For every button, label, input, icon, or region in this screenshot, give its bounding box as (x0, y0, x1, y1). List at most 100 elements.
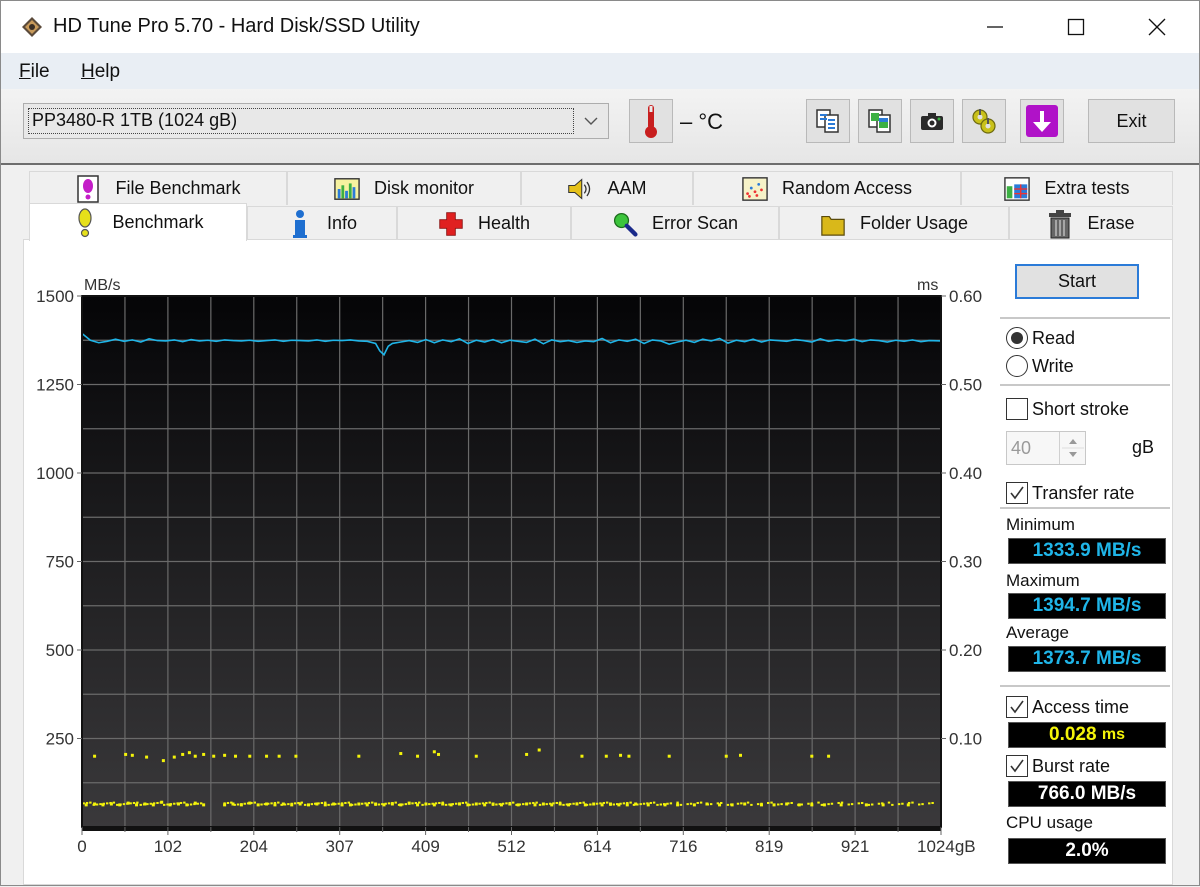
access-time-point (263, 803, 267, 806)
y-axis-label: MB/s (84, 277, 120, 294)
access-time-point (839, 803, 843, 807)
access-time-point (649, 801, 652, 804)
access-time-point (189, 803, 193, 806)
access-time-point (743, 802, 747, 806)
access-time-point (582, 801, 585, 804)
access-time-point (622, 802, 626, 805)
access-time-point (501, 802, 505, 805)
access-time-point (437, 752, 441, 756)
close-button[interactable] (1117, 1, 1197, 53)
access-time-point (176, 802, 179, 805)
access-time-point (461, 801, 465, 804)
access-time-point (424, 803, 428, 806)
access-time-point (122, 803, 126, 806)
access-time-point (142, 803, 146, 806)
access-time-point (407, 802, 411, 805)
access-time-point (579, 801, 582, 804)
access-time-point (347, 801, 350, 804)
access-time-point (105, 802, 109, 805)
access-time-point (646, 802, 649, 805)
tab-benchmark[interactable]: Benchmark (29, 203, 247, 241)
access-time-point (324, 801, 327, 804)
access-time-point (830, 802, 834, 805)
access-time-point (772, 803, 776, 807)
access-time-point (897, 803, 901, 806)
burst-rate-checkbox[interactable]: Burst rate (1006, 755, 1110, 777)
access-time-point (233, 803, 236, 806)
access-time-point (686, 803, 689, 806)
access-time-point (102, 802, 106, 805)
x-tick-label: 409 (411, 837, 439, 856)
access-time-point (928, 802, 931, 805)
access-time-point (223, 802, 226, 805)
access-time-point (545, 803, 548, 806)
access-time-point (696, 801, 699, 804)
access-time-point (518, 803, 522, 806)
access-time-point (604, 754, 608, 758)
access-time-point (202, 752, 206, 756)
access-time-point (887, 801, 891, 804)
access-time-point (515, 803, 518, 806)
access-time-point (837, 801, 840, 804)
access-time-point (475, 803, 478, 806)
access-time-point (907, 801, 911, 804)
access-time-point (401, 803, 404, 806)
access-time-point (327, 803, 330, 806)
access-time-point (864, 803, 868, 807)
access-time-point (562, 803, 565, 806)
short-stroke-checkbox[interactable]: Short stroke (1006, 398, 1129, 420)
access-time-point (320, 801, 324, 804)
maximize-button[interactable] (1036, 1, 1116, 53)
access-time-point (253, 801, 257, 804)
access-time-point (183, 801, 186, 804)
x-tick-label: 307 (326, 837, 354, 856)
transfer-rate-checkbox[interactable]: Transfer rate (1006, 482, 1134, 504)
read-label: Read (1032, 327, 1076, 348)
short-stroke-spinner[interactable]: 40 (1006, 431, 1086, 465)
access-time-point (756, 803, 760, 806)
access-time-point (287, 803, 290, 806)
access-time-point (867, 803, 871, 806)
minimum-label: Minimum (1006, 515, 1075, 534)
access-time-point (112, 801, 116, 804)
exit-button[interactable]: Exit (1088, 99, 1175, 143)
access-time-point (418, 801, 421, 804)
access-time-point (485, 801, 488, 804)
access-time-point (548, 802, 552, 805)
y2-tick-label: 0.50 (949, 376, 982, 395)
access-time-point (270, 802, 273, 805)
access-time-point (248, 754, 252, 758)
access-time-point (193, 754, 197, 758)
tab-erase[interactable]: Erase (1009, 206, 1173, 240)
access-time-point (330, 803, 334, 806)
access-time-point (364, 802, 367, 805)
access-time-point (202, 803, 206, 807)
cpu-usage-label: CPU usage (1006, 813, 1093, 832)
access-time-point (146, 803, 149, 806)
spin-arrows-icon[interactable] (1059, 432, 1085, 464)
access-time-point (730, 803, 733, 806)
access-time-point (689, 802, 693, 805)
app-window: HD Tune Pro 5.70 - Hard Disk/SSD Utility… (0, 0, 1200, 886)
download-button[interactable] (1020, 99, 1064, 143)
write-radio[interactable]: Write (1006, 355, 1074, 377)
access-time-point (860, 801, 864, 804)
access-time-point (659, 803, 663, 806)
access-time-checkbox[interactable]: Access time (1006, 696, 1129, 718)
average-value: 1373.7 MB/s (1008, 646, 1166, 672)
access-time-point (612, 803, 616, 806)
access-time-point (169, 803, 173, 806)
access-time-point (827, 754, 831, 758)
access-time-point (399, 752, 403, 756)
access-time-point (250, 801, 253, 804)
access-time-unit: ms (1101, 726, 1125, 743)
read-radio[interactable]: Read (1006, 327, 1075, 349)
average-label: Average (1006, 623, 1070, 642)
start-button[interactable]: Start (1015, 264, 1139, 299)
extra-tests-icon (1004, 176, 1031, 202)
access-time-point (314, 802, 317, 805)
access-time-point (667, 754, 671, 758)
access-time-point (917, 803, 921, 806)
access-time-point (881, 802, 884, 805)
access-time-point (827, 803, 830, 806)
